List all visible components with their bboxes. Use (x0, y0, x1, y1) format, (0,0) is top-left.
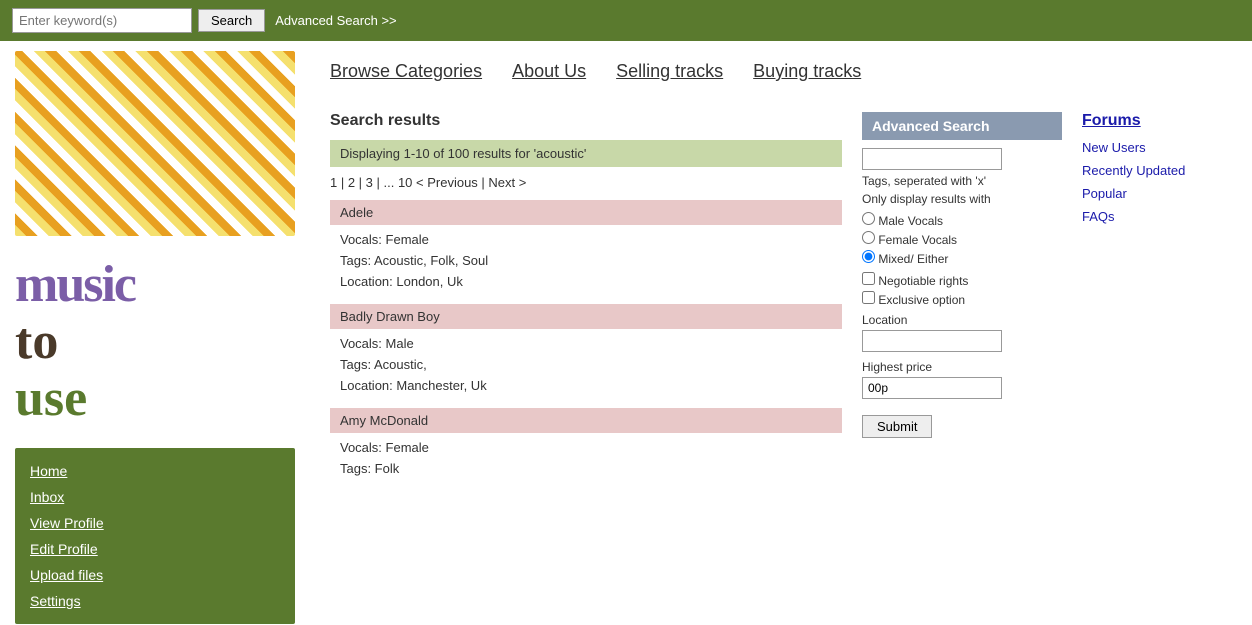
search-input[interactable] (12, 8, 192, 33)
advanced-search-tags-input[interactable] (862, 148, 1002, 170)
negotiable-rights-checkbox[interactable] (862, 272, 875, 285)
artist-block: Adele Vocals: Female Tags: Acoustic, Fol… (330, 200, 842, 292)
forums-recently-updated[interactable]: Recently Updated (1082, 163, 1232, 178)
forums-sidebar: Forums New Users Recently Updated Popula… (1082, 112, 1232, 491)
sidebar-nav: Home Inbox View Profile Edit Profile Upl… (15, 448, 295, 624)
adv-submit: Submit (862, 415, 1062, 438)
sidebar: music to use Home Inbox View Profile Edi… (0, 41, 310, 624)
checkbox-negotiable-rights[interactable]: Negotiable rights (862, 272, 1062, 288)
artist-vocals: Vocals: Female (330, 437, 842, 458)
sidebar-item-upload-files[interactable]: Upload files (15, 562, 295, 588)
content-area: Browse Categories About Us Selling track… (310, 41, 1252, 624)
logo-text: music to use (0, 246, 310, 448)
radio-male-input[interactable] (862, 212, 875, 225)
artist-tags: Tags: Acoustic, (330, 354, 842, 375)
radio-group: Male Vocals Female Vocals Mixed/ Either (862, 212, 1062, 266)
artist-vocals: Vocals: Female (330, 229, 842, 250)
exclusive-option-checkbox[interactable] (862, 291, 875, 304)
artist-block: Badly Drawn Boy Vocals: Male Tags: Acous… (330, 304, 842, 396)
logo-to: to (15, 313, 295, 370)
checkbox-exclusive-option[interactable]: Exclusive option (862, 291, 1062, 307)
advanced-search-link[interactable]: Advanced Search >> (275, 13, 396, 28)
radio-female-vocals[interactable]: Female Vocals (862, 231, 1062, 247)
artist-name: Amy McDonald (330, 408, 842, 433)
sidebar-item-inbox[interactable]: Inbox (15, 484, 295, 510)
advanced-search-title: Advanced Search (862, 112, 1062, 140)
nav-buying-tracks[interactable]: Buying tracks (753, 61, 861, 82)
checkbox-group: Negotiable rights Exclusive option (862, 272, 1062, 307)
top-search-bar: Search Advanced Search >> (0, 0, 1252, 41)
radio-mixed-input[interactable] (862, 250, 875, 263)
nav-selling-tracks[interactable]: Selling tracks (616, 61, 723, 82)
artist-tags: Tags: Folk (330, 458, 842, 479)
location-label: Location (862, 313, 1062, 327)
search-results: Search results Displaying 1-10 of 100 re… (330, 112, 842, 491)
logo-music: music (15, 256, 135, 313)
forums-new-users[interactable]: New Users (1082, 140, 1232, 155)
forums-popular[interactable]: Popular (1082, 186, 1232, 201)
artist-name: Badly Drawn Boy (330, 304, 842, 329)
artist-location: Location: London, Uk (330, 271, 842, 292)
content-body: Search results Displaying 1-10 of 100 re… (330, 112, 1232, 491)
artist-block: Amy McDonald Vocals: Female Tags: Folk (330, 408, 842, 479)
highest-price-label: Highest price (862, 360, 1062, 374)
logo-use: use (15, 370, 295, 427)
advanced-search-panel: Advanced Search Tags, seperated with 'x'… (862, 112, 1062, 491)
radio-mixed-vocals[interactable]: Mixed/ Either (862, 250, 1062, 266)
radio-male-vocals[interactable]: Male Vocals (862, 212, 1062, 228)
search-results-heading: Search results (330, 112, 842, 130)
pagination: 1 | 2 | 3 | ... 10 < Previous | Next > (330, 175, 842, 190)
sidebar-item-home[interactable]: Home (15, 458, 295, 484)
result-summary: Displaying 1-10 of 100 results for 'acou… (330, 140, 842, 167)
radio-female-input[interactable] (862, 231, 875, 244)
only-display-label: Only display results with (862, 192, 1062, 206)
artist-location: Location: Manchester, Uk (330, 375, 842, 396)
logo-stripes (15, 51, 295, 236)
nav-browse-categories[interactable]: Browse Categories (330, 61, 482, 82)
highest-price-input[interactable] (862, 377, 1002, 399)
tags-label: Tags, seperated with 'x' (862, 174, 1062, 188)
sidebar-item-edit-profile[interactable]: Edit Profile (15, 536, 295, 562)
forums-title[interactable]: Forums (1082, 112, 1232, 130)
artist-name: Adele (330, 200, 842, 225)
submit-button[interactable]: Submit (862, 415, 932, 438)
location-input[interactable] (862, 330, 1002, 352)
sidebar-item-view-profile[interactable]: View Profile (15, 510, 295, 536)
nav-about-us[interactable]: About Us (512, 61, 586, 82)
sidebar-item-settings[interactable]: Settings (15, 588, 295, 614)
artist-tags: Tags: Acoustic, Folk, Soul (330, 250, 842, 271)
main-layout: music to use Home Inbox View Profile Edi… (0, 41, 1252, 624)
search-button[interactable]: Search (198, 9, 265, 32)
artist-vocals: Vocals: Male (330, 333, 842, 354)
forums-faqs[interactable]: FAQs (1082, 209, 1232, 224)
main-nav: Browse Categories About Us Selling track… (330, 41, 1232, 97)
